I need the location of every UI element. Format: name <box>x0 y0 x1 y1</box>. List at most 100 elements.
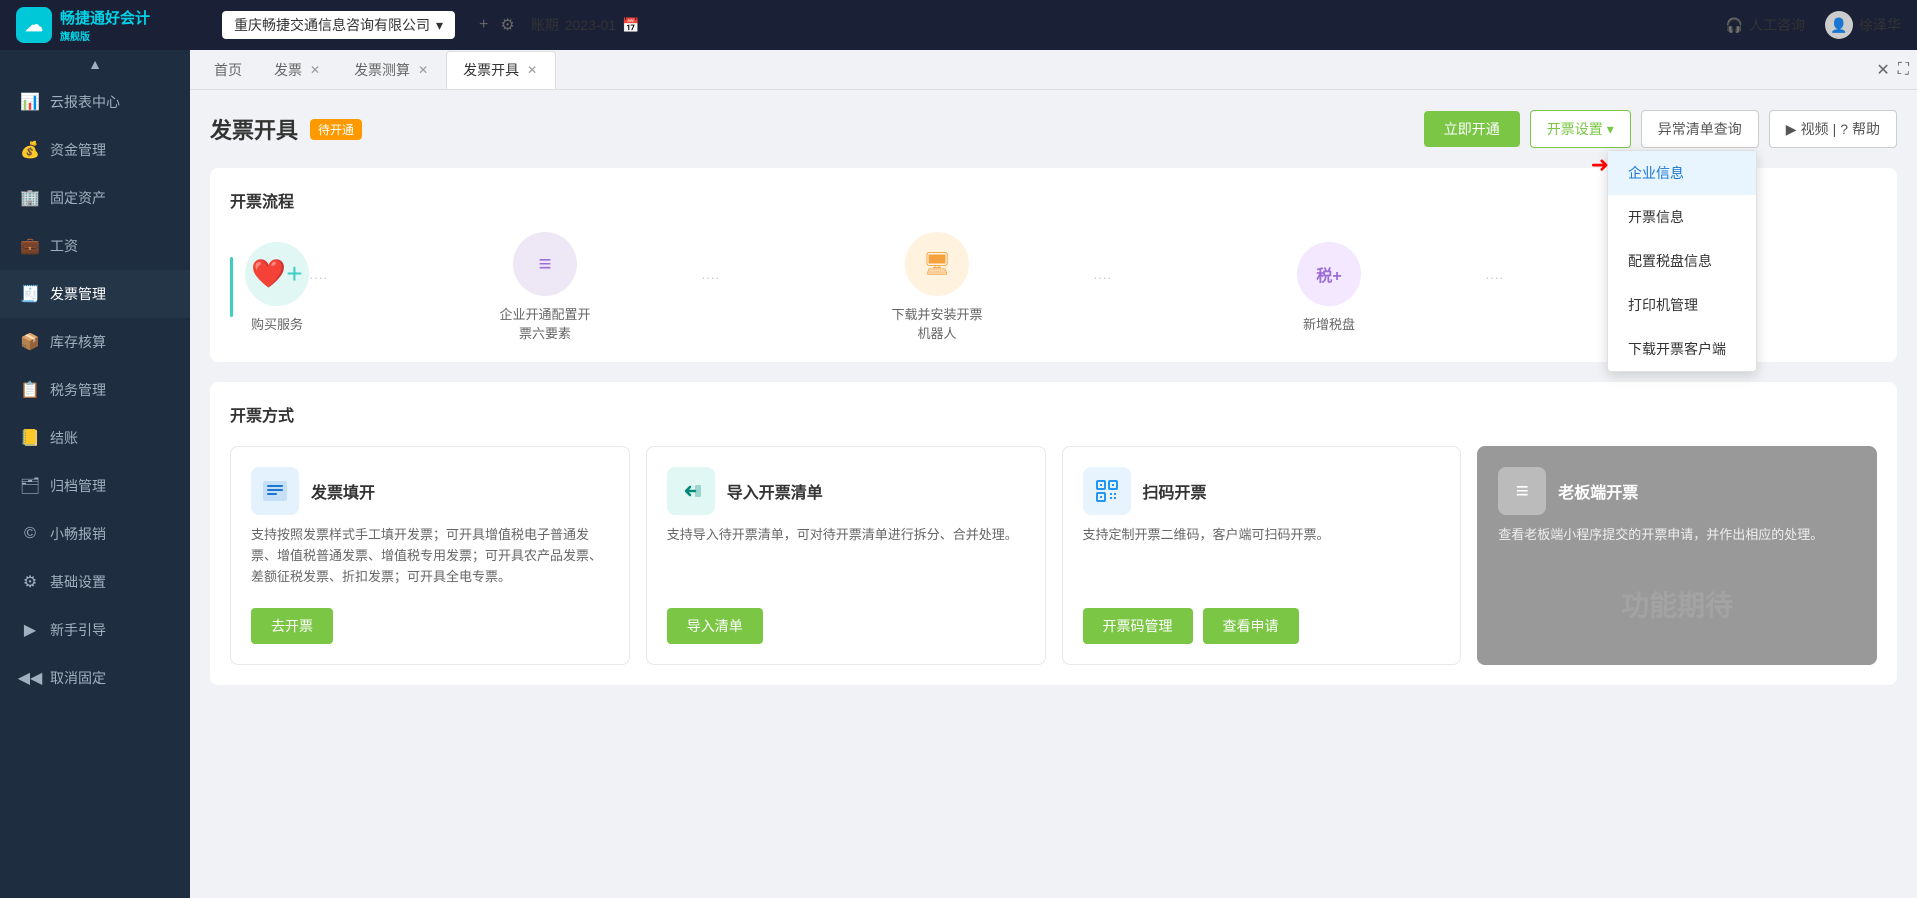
sidebar-item-label: 新手引导 <box>50 620 106 640</box>
step-4-label: 新增税盘 <box>1303 314 1355 333</box>
tab-bar: 首页 发票 ✕ 发票测算 ✕ 发票开具 ✕ ✕ ⛶ <box>190 50 1917 90</box>
tab-home[interactable]: 首页 <box>198 51 258 89</box>
activate-button[interactable]: 立即开通 <box>1424 111 1520 147</box>
method-cards: 发票填开 支持按照发票样式手工填开发票；可开具增值税电子普通发票、增值税普通发票… <box>230 446 1877 665</box>
dropdown-item-peizhi[interactable]: 配置税盘信息 <box>1608 239 1756 283</box>
sidebar-item-gudingzichan[interactable]: 🏢 固定资产 <box>0 174 190 222</box>
dropdown-item-qiyexinxi[interactable]: 企业信息 <box>1608 151 1756 195</box>
scan-manage-button[interactable]: 开票码管理 <box>1083 608 1193 644</box>
fill-footer: 去开票 <box>251 608 609 644</box>
scan-footer: 开票码管理 查看申请 <box>1083 608 1441 644</box>
sidebar-scroll-up[interactable]: ▲ <box>0 50 190 78</box>
user-avatar-icon: 👤 <box>1830 17 1847 34</box>
tab-fapiao-close[interactable]: ✕ <box>308 61 322 79</box>
method-card-import: 导入开票清单 支持导入待开票清单，可对待开票清单进行拆分、合并处理。 导入清单 <box>646 446 1046 665</box>
consult-button[interactable]: 🎧 人工咨询 <box>1726 15 1805 35</box>
laoban-footer: 功能期待 <box>1498 564 1856 644</box>
sidebar-item-shuiwu[interactable]: 📋 税务管理 <box>0 366 190 414</box>
sidebar-item-label: 归档管理 <box>50 476 106 496</box>
tab-cesuan-close[interactable]: ✕ <box>416 61 430 79</box>
content-area: 首页 发票 ✕ 发票测算 ✕ 发票开具 ✕ ✕ ⛶ <box>190 50 1917 898</box>
laoban-desc: 查看老板端小程序提交的开票申请，并作出相应的处理。 <box>1498 525 1856 546</box>
method-card-laoban: ≡ 老板端开票 查看老板端小程序提交的开票申请，并作出相应的处理。 功能期待 <box>1477 446 1877 665</box>
gongzi-icon: 💼 <box>20 236 40 256</box>
step-2-label: 企业开通配置开票六要素 <box>495 304 595 342</box>
fill-title: 发票填开 <box>311 479 375 503</box>
dropdown-item-dayinji[interactable]: 打印机管理 <box>1608 283 1756 327</box>
jichushezhi-icon: ⚙ <box>20 572 40 592</box>
tab-kaiju-close[interactable]: ✕ <box>525 61 539 79</box>
dropdown-item-label: 打印机管理 <box>1628 297 1698 313</box>
company-selector[interactable]: 重庆畅捷交通信息咨询有限公司 ▾ <box>222 11 455 39</box>
step-3-icon: 🖥 <box>905 232 969 296</box>
exception-button[interactable]: 异常清单查询 <box>1641 110 1759 148</box>
video-help-button[interactable]: ▶ 视频 | ? 帮助 <box>1769 110 1897 148</box>
help-icon: ? <box>1840 121 1848 137</box>
consult-icon: 🎧 <box>1726 17 1743 34</box>
tab-fapiao-kaiju[interactable]: 发票开具 ✕ <box>446 51 556 89</box>
xiaochang-icon: © <box>20 524 40 544</box>
dropdown-item-label: 下载开票客户端 <box>1628 341 1726 357</box>
sidebar: ▲ 📊 云报表中心 💰 资金管理 🏢 固定资产 💼 工资 🧾 发票管理 📦 库存… <box>0 50 190 898</box>
sidebar-item-xiaochang[interactable]: © 小畅报销 <box>0 510 190 558</box>
sidebar-item-label: 结账 <box>50 428 78 448</box>
xinshou-icon: ▶ <box>20 620 40 640</box>
settings-button[interactable]: ⚙ <box>500 15 514 35</box>
settings-label: 开票设置 <box>1547 119 1603 139</box>
fill-goto-button[interactable]: 去开票 <box>251 608 333 644</box>
shuiwu-icon: 📋 <box>20 380 40 400</box>
dropdown-item-kaipiaoxinxi[interactable]: 开票信息 <box>1608 195 1756 239</box>
help-label: 帮助 <box>1852 119 1880 139</box>
calendar-icon[interactable]: 📅 <box>622 17 639 34</box>
topbar-right: 🎧 人工咨询 👤 徐泽华 <box>1726 11 1901 39</box>
page-content: 发票开具 待开通 立即开通 开票设置 ▾ 异常清单查询 ▶ 视频 | ? <box>190 90 1917 898</box>
flow-step-2: ≡ 企业开通配置开票六要素 <box>389 232 701 342</box>
sidebar-item-label: 固定资产 <box>50 188 106 208</box>
dropdown-item-xiazai[interactable]: 下载开票客户端 <box>1608 327 1756 371</box>
sidebar-item-label: 工资 <box>50 236 78 256</box>
sidebar-item-zijin[interactable]: 💰 资金管理 <box>0 126 190 174</box>
sidebar-item-guidang[interactable]: 🗂 归档管理 <box>0 462 190 510</box>
scan-title: 扫码开票 <box>1143 479 1207 503</box>
video-label: 视频 <box>1801 119 1829 139</box>
sidebar-item-fapiao[interactable]: 🧾 发票管理 <box>0 270 190 318</box>
method-card-scan: 扫码开票 支持定制开票二维码，客户端可扫码开票。 开票码管理 查看申请 <box>1062 446 1462 665</box>
flow-step-4: 税+ 新增税盘 <box>1173 242 1485 333</box>
accounting-period: 账期 2023-01 📅 <box>531 15 640 35</box>
topbar-actions: + ⚙ <box>479 15 515 35</box>
sidebar-item-quxiao[interactable]: ◀◀ 取消固定 <box>0 654 190 702</box>
tab-fapiao-cesuan[interactable]: 发票测算 ✕ <box>338 51 446 89</box>
settings-button[interactable]: 开票设置 ▾ <box>1530 110 1631 148</box>
tab-expand-button[interactable]: ⛶ <box>1898 61 1909 79</box>
sidebar-item-label: 税务管理 <box>50 380 106 400</box>
import-desc: 支持导入待开票清单，可对待开票清单进行拆分、合并处理。 <box>667 525 1025 590</box>
step-2-icon: ≡ <box>513 232 577 296</box>
dropdown-item-label: 开票信息 <box>1628 209 1684 225</box>
method-card-scan-header: 扫码开票 <box>1083 467 1441 515</box>
scan-apply-button[interactable]: 查看申请 <box>1203 608 1299 644</box>
method-card-fill-header: 发票填开 <box>251 467 609 515</box>
dropdown-item-label: 企业信息 <box>1628 165 1684 181</box>
sidebar-item-jiezhang[interactable]: 📒 结账 <box>0 414 190 462</box>
user-menu[interactable]: 👤 徐泽华 <box>1825 11 1901 39</box>
jiezhang-icon: 📒 <box>20 428 40 448</box>
method-card-fill: 发票填开 支持按照发票样式手工填开发票；可开具增值税电子普通发票、增值税普通发票… <box>230 446 630 665</box>
sidebar-item-jichushezhi[interactable]: ⚙ 基础设置 <box>0 558 190 606</box>
laoban-icon: ≡ <box>1498 467 1546 515</box>
laoban-overlay-text: 功能期待 <box>1498 564 1856 644</box>
add-button[interactable]: + <box>479 16 488 34</box>
scan-desc: 支持定制开票二维码，客户端可扫码开票。 <box>1083 525 1441 590</box>
tab-fapiao[interactable]: 发票 ✕ <box>258 51 338 89</box>
fill-icon <box>251 467 299 515</box>
sidebar-item-xinshou[interactable]: ▶ 新手引导 <box>0 606 190 654</box>
step-1-icon: ❤️+ <box>245 242 309 306</box>
sidebar-item-gongzi[interactable]: 💼 工资 <box>0 222 190 270</box>
sidebar-item-label: 库存核算 <box>50 332 106 352</box>
import-button[interactable]: 导入清单 <box>667 608 763 644</box>
sidebar-item-kucun[interactable]: 📦 库存核算 <box>0 318 190 366</box>
red-arrow-indicator: ➜ <box>1591 152 1609 178</box>
tab-close-all-button[interactable]: ✕ <box>1876 60 1889 80</box>
flow-left-bar <box>230 257 233 317</box>
user-name: 徐泽华 <box>1859 15 1901 35</box>
sidebar-item-yunbao[interactable]: 📊 云报表中心 <box>0 78 190 126</box>
